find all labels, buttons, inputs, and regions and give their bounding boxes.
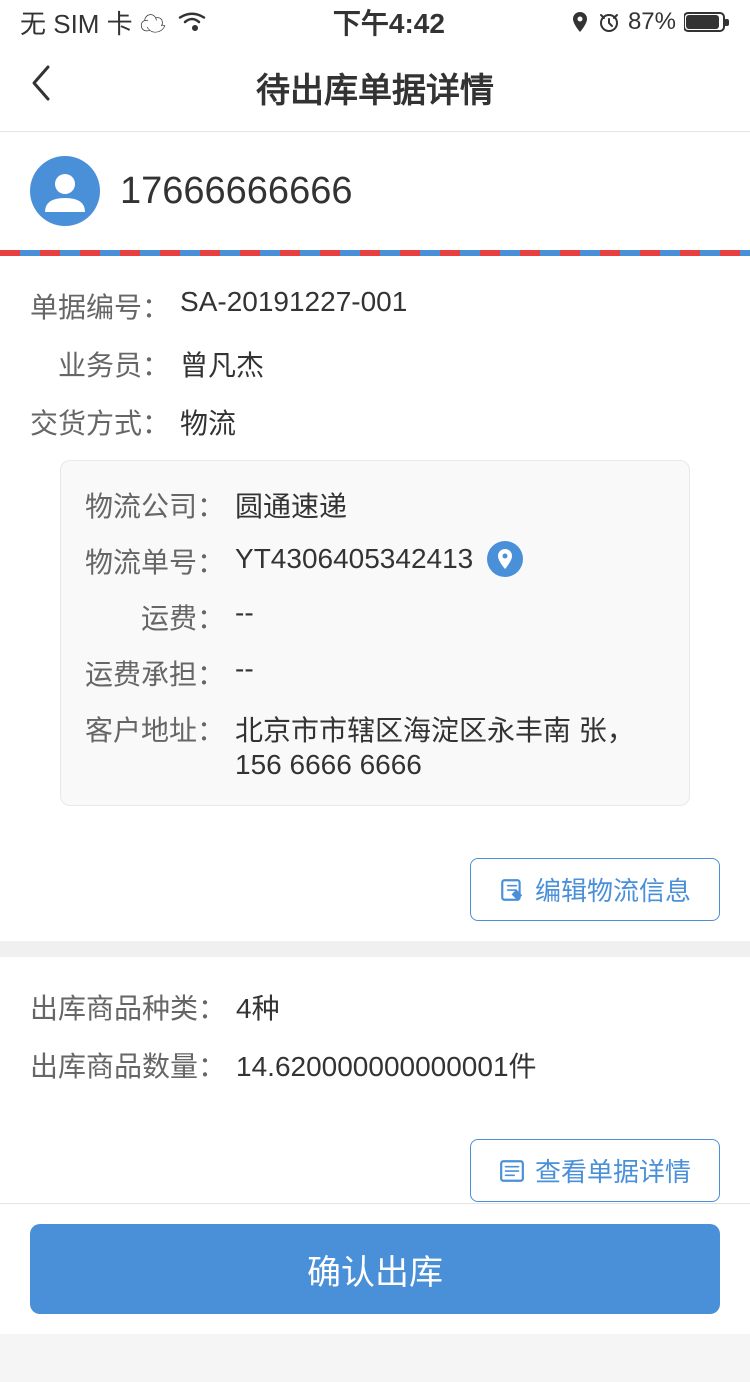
logistics-company-label: 物流公司： xyxy=(85,485,225,525)
salesman-value: 曾凡杰 xyxy=(180,344,720,384)
document-info-section: 单据编号： SA-20191227-001 业务员： 曾凡杰 交货方式： 物流 … xyxy=(0,256,750,842)
goods-types-row: 出库商品种类： 4种 xyxy=(30,987,720,1027)
document-number-row: 单据编号： SA-20191227-001 xyxy=(30,286,720,326)
sim-status: 无 SIM 卡 ☁ xyxy=(20,4,166,41)
edit-icon xyxy=(499,877,525,903)
logistics-tracking-label: 物流单号： xyxy=(85,541,225,581)
address-row: 客户地址： 北京市市辖区海淀区永丰南 张，156 6666 6666 xyxy=(85,709,665,781)
address-value: 北京市市辖区海淀区永丰南 张，156 6666 6666 xyxy=(235,709,665,781)
back-button[interactable] xyxy=(30,64,52,112)
goods-section: 出库商品种类： 4种 出库商品数量： 14.620000000000001件 xyxy=(0,957,750,1123)
document-number-label: 单据编号： xyxy=(30,286,170,326)
goods-quantity-value: 14.620000000000001件 xyxy=(236,1045,537,1085)
wifi-icon xyxy=(176,11,208,33)
edit-logistics-button[interactable]: 编辑物流信息 xyxy=(470,858,720,921)
logistics-card: 物流公司： 圆通速递 物流单号： YT43064053424​13 运费： --… xyxy=(60,460,690,806)
freight-bearer-label: 运费承担： xyxy=(85,653,225,693)
status-bar: 无 SIM 卡 ☁ 下午4:42 87% xyxy=(0,0,750,44)
logistics-tracking-value-row: YT43064053424​13 xyxy=(225,541,523,577)
delivery-row: 交货方式： 物流 xyxy=(30,402,720,442)
freight-value: -- xyxy=(235,597,665,629)
alarm-icon xyxy=(598,10,620,34)
salesman-label: 业务员： xyxy=(30,344,170,384)
user-icon xyxy=(40,166,90,216)
page-title: 待出库单据详情 xyxy=(256,63,494,112)
delivery-label: 交货方式： xyxy=(30,402,170,442)
goods-quantity-row: 出库商品数量： 14.620000000000001件 xyxy=(30,1045,720,1085)
delivery-value: 物流 xyxy=(180,402,720,442)
nav-bar: 待出库单据详情 xyxy=(0,44,750,132)
address-label: 客户地址： xyxy=(85,709,225,749)
section-divider xyxy=(0,941,750,957)
freight-row: 运费： -- xyxy=(85,597,665,637)
customer-phone: 17666666666 xyxy=(120,170,352,213)
bottom-bar: 确认出库 xyxy=(0,1203,750,1334)
status-left: 无 SIM 卡 ☁ xyxy=(20,4,208,41)
status-right: 87% xyxy=(570,8,730,36)
logistics-company-value: 圆通速递 xyxy=(235,485,665,525)
battery-icon xyxy=(684,10,730,34)
goods-quantity-label: 出库商品数量： xyxy=(30,1045,226,1085)
list-icon xyxy=(499,1158,525,1184)
freight-bearer-value: -- xyxy=(235,653,665,685)
logistics-tracking-value: YT43064053424​13 xyxy=(235,543,473,575)
salesman-row: 业务员： 曾凡杰 xyxy=(30,344,720,384)
location-status-icon xyxy=(570,10,590,34)
edit-logistics-btn-row: 编辑物流信息 xyxy=(0,842,750,941)
avatar xyxy=(30,156,100,226)
status-time: 下午4:42 xyxy=(333,2,445,42)
view-details-button[interactable]: 查看单据详情 xyxy=(470,1139,720,1202)
freight-bearer-row: 运费承担： -- xyxy=(85,653,665,693)
battery-percent: 87% xyxy=(628,8,676,36)
goods-types-value: 4种 xyxy=(236,987,280,1027)
confirm-button-label: 确认出库 xyxy=(307,1245,443,1294)
tracking-location-icon[interactable] xyxy=(487,541,523,577)
view-details-label: 查看单据详情 xyxy=(535,1152,691,1189)
logistics-tracking-row: 物流单号： YT43064053424​13 xyxy=(85,541,665,581)
freight-label: 运费： xyxy=(85,597,225,637)
document-number-value: SA-20191227-001 xyxy=(180,286,720,318)
confirm-button[interactable]: 确认出库 xyxy=(30,1224,720,1314)
edit-logistics-label: 编辑物流信息 xyxy=(535,871,691,908)
customer-header: 17666666666 xyxy=(0,132,750,250)
logistics-company-row: 物流公司： 圆通速递 xyxy=(85,485,665,525)
goods-types-label: 出库商品种类： xyxy=(30,987,226,1027)
pin-icon xyxy=(495,548,515,570)
